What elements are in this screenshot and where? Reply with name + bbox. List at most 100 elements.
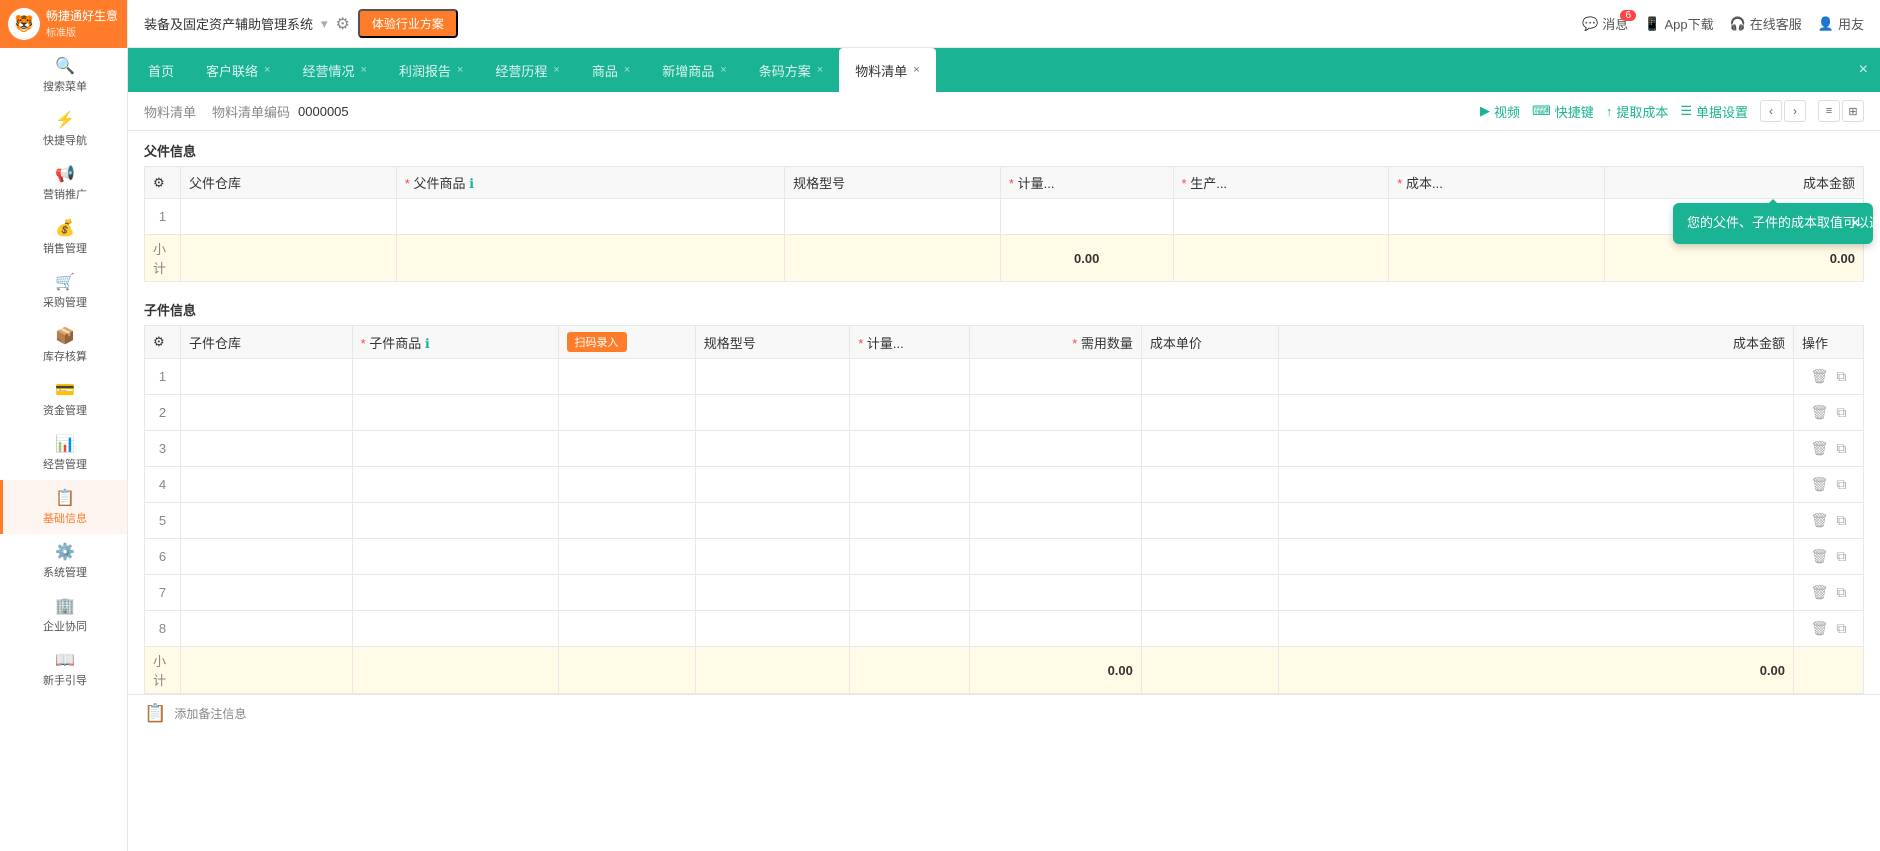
child-row-2-unit[interactable] bbox=[850, 395, 970, 431]
extract-cost-button[interactable]: ↑ 提取成本 bbox=[1606, 102, 1669, 121]
parent-row-1-produce[interactable] bbox=[1173, 199, 1389, 235]
view-video-button[interactable]: ▶ 视频 bbox=[1480, 102, 1520, 121]
tab-profit-close[interactable]: × bbox=[457, 64, 463, 76]
tab-new-goods-close[interactable]: × bbox=[720, 64, 726, 76]
tab-barcode-close[interactable]: × bbox=[817, 64, 823, 76]
child-row-5-delete[interactable]: 🗑 bbox=[1809, 510, 1831, 531]
tab-operation-close[interactable]: × bbox=[360, 64, 366, 76]
basic-icon: 📋 bbox=[55, 488, 75, 508]
trial-button[interactable]: 体验行业方案 bbox=[358, 9, 458, 38]
tab-new-goods[interactable]: 新增商品 × bbox=[646, 48, 742, 92]
prev-button[interactable]: ‹ bbox=[1760, 100, 1782, 122]
app-download-button[interactable]: 📱 App下载 bbox=[1644, 14, 1713, 33]
child-table-row: 2 🗑 ⧉ bbox=[145, 395, 1864, 431]
parent-row-1-cost[interactable] bbox=[1389, 199, 1605, 235]
child-spec-col: 规格型号 bbox=[695, 326, 849, 359]
child-row-2-product[interactable] bbox=[352, 395, 558, 431]
sidebar-item-finance[interactable]: 💳 资金管理 bbox=[0, 372, 127, 426]
child-product-info-icon[interactable]: ℹ bbox=[425, 336, 430, 351]
child-product-col: * 子件商品 ℹ bbox=[352, 326, 558, 359]
tab-operation-status[interactable]: 经营情况 × bbox=[286, 48, 382, 92]
child-row-1-unit[interactable] bbox=[850, 359, 970, 395]
tab-bom-close[interactable]: × bbox=[913, 64, 919, 76]
next-button[interactable]: › bbox=[1784, 100, 1806, 122]
child-row-3-copy[interactable]: ⧉ bbox=[1834, 438, 1848, 459]
system-dropdown-icon[interactable]: ▾ bbox=[321, 16, 328, 32]
child-row-1-product[interactable] bbox=[352, 359, 558, 395]
tab-goods[interactable]: 商品 × bbox=[576, 48, 646, 92]
child-table-row: 1 🗑 ⧉ bbox=[145, 359, 1864, 395]
sidebar-item-operation[interactable]: 📊 经营管理 bbox=[0, 426, 127, 480]
single-setting-button[interactable]: ☰ 单据设置 bbox=[1680, 102, 1748, 121]
parent-row-1-spec[interactable] bbox=[785, 199, 1001, 235]
tab-customer-close[interactable]: × bbox=[264, 64, 270, 76]
child-row-3-delete[interactable]: 🗑 bbox=[1809, 438, 1831, 459]
notes-icon: 📋 bbox=[144, 703, 166, 724]
child-row-2-unit-price[interactable] bbox=[1141, 395, 1278, 431]
sidebar-logo: 🐯 畅捷通好生意 标准版 bbox=[0, 0, 127, 48]
child-row-5-copy[interactable]: ⧉ bbox=[1834, 510, 1848, 531]
parent-row-1-warehouse[interactable] bbox=[181, 199, 397, 235]
child-row-1-qty[interactable] bbox=[970, 359, 1142, 395]
child-row-1-unit-price[interactable] bbox=[1141, 359, 1278, 395]
child-row-6-copy[interactable]: ⧉ bbox=[1834, 546, 1848, 567]
child-row-2-spec[interactable] bbox=[695, 395, 849, 431]
product-info-icon[interactable]: ℹ bbox=[469, 176, 474, 191]
message-button[interactable]: 💬 消息 6 bbox=[1582, 14, 1628, 33]
child-row-2-warehouse[interactable] bbox=[181, 395, 353, 431]
parent-settings-col[interactable]: ⚙ bbox=[145, 167, 181, 199]
online-service-button[interactable]: 🎧 在线客服 bbox=[1730, 14, 1802, 33]
child-row-7-copy[interactable]: ⧉ bbox=[1834, 582, 1848, 603]
settings-icon[interactable]: ⚙ bbox=[336, 14, 350, 34]
breadcrumb-parent[interactable]: 物料清单 bbox=[144, 102, 196, 121]
tab-home[interactable]: 首页 bbox=[132, 48, 190, 92]
notes-label[interactable]: 添加备注信息 bbox=[174, 705, 246, 722]
close-all-tabs[interactable]: × bbox=[1859, 61, 1876, 79]
tab-profit-report[interactable]: 利润报告 × bbox=[383, 48, 479, 92]
child-table-row: 4 🗑 ⧉ bbox=[145, 467, 1864, 503]
parent-section: 父件信息 ⚙ 父件仓库 * 父件商品 ℹ 规格型号 bbox=[128, 131, 1880, 282]
grid-view-button[interactable]: ⊞ bbox=[1842, 100, 1864, 122]
child-row-8-delete[interactable]: 🗑 bbox=[1809, 618, 1831, 639]
sidebar-item-inventory[interactable]: 📦 库存核算 bbox=[0, 318, 127, 372]
user-button[interactable]: 👤 用友 bbox=[1818, 14, 1864, 33]
child-row-8-copy[interactable]: ⧉ bbox=[1834, 618, 1848, 639]
tab-bom[interactable]: 物料清单 × bbox=[839, 48, 935, 92]
parent-row-1-unit[interactable] bbox=[1000, 199, 1173, 235]
shortcut-button[interactable]: ⌨ 快捷键 bbox=[1532, 102, 1594, 121]
tab-history[interactable]: 经营历程 × bbox=[479, 48, 575, 92]
child-row-1-delete[interactable]: 🗑 bbox=[1809, 366, 1831, 387]
child-row-2-num: 2 bbox=[145, 395, 181, 431]
sidebar-item-purchase[interactable]: 🛒 采购管理 bbox=[0, 264, 127, 318]
child-row-2-delete[interactable]: 🗑 bbox=[1809, 402, 1831, 423]
child-row-1-spec[interactable] bbox=[695, 359, 849, 395]
sidebar-item-system[interactable]: ⚙️ 系统管理 bbox=[0, 534, 127, 588]
parent-row-1-product[interactable] bbox=[396, 199, 784, 235]
tab-customer[interactable]: 客户联络 × bbox=[190, 48, 286, 92]
child-row-4-delete[interactable]: 🗑 bbox=[1809, 474, 1831, 495]
child-row-1-copy[interactable]: ⧉ bbox=[1834, 366, 1848, 387]
sidebar-item-enterprise[interactable]: 🏢 企业协同 bbox=[0, 588, 127, 642]
list-view-button[interactable]: ≡ bbox=[1818, 100, 1840, 122]
topbar-right: 💬 消息 6 📱 App下载 🎧 在线客服 👤 用友 bbox=[1582, 14, 1864, 33]
scan-button[interactable]: 扫码录入 bbox=[567, 332, 627, 352]
child-settings-col[interactable]: ⚙ bbox=[145, 326, 181, 359]
tab-barcode[interactable]: 条码方案 × bbox=[743, 48, 839, 92]
child-row-2-cost-amount[interactable] bbox=[1279, 395, 1794, 431]
child-row-1-cost-amount[interactable] bbox=[1279, 359, 1794, 395]
tab-goods-close[interactable]: × bbox=[624, 64, 630, 76]
sidebar-item-search[interactable]: 🔍 搜索菜单 bbox=[0, 48, 127, 102]
child-row-6-delete[interactable]: 🗑 bbox=[1809, 546, 1831, 567]
child-subtotal-cost: 0.00 bbox=[1279, 647, 1794, 694]
sidebar-item-basic[interactable]: 📋 基础信息 bbox=[0, 480, 127, 534]
sidebar-item-guide[interactable]: 📖 新手引导 bbox=[0, 642, 127, 696]
child-row-2-qty[interactable] bbox=[970, 395, 1142, 431]
sidebar-item-quick-nav[interactable]: ⚡ 快捷导航 bbox=[0, 102, 127, 156]
sidebar-item-sales[interactable]: 💰 销售管理 bbox=[0, 210, 127, 264]
child-row-7-delete[interactable]: 🗑 bbox=[1809, 582, 1831, 603]
child-row-2-copy[interactable]: ⧉ bbox=[1834, 402, 1848, 423]
child-row-4-copy[interactable]: ⧉ bbox=[1834, 474, 1848, 495]
sidebar-item-marketing[interactable]: 📢 营销推广 bbox=[0, 156, 127, 210]
child-row-1-warehouse[interactable] bbox=[181, 359, 353, 395]
tab-history-close[interactable]: × bbox=[553, 64, 559, 76]
